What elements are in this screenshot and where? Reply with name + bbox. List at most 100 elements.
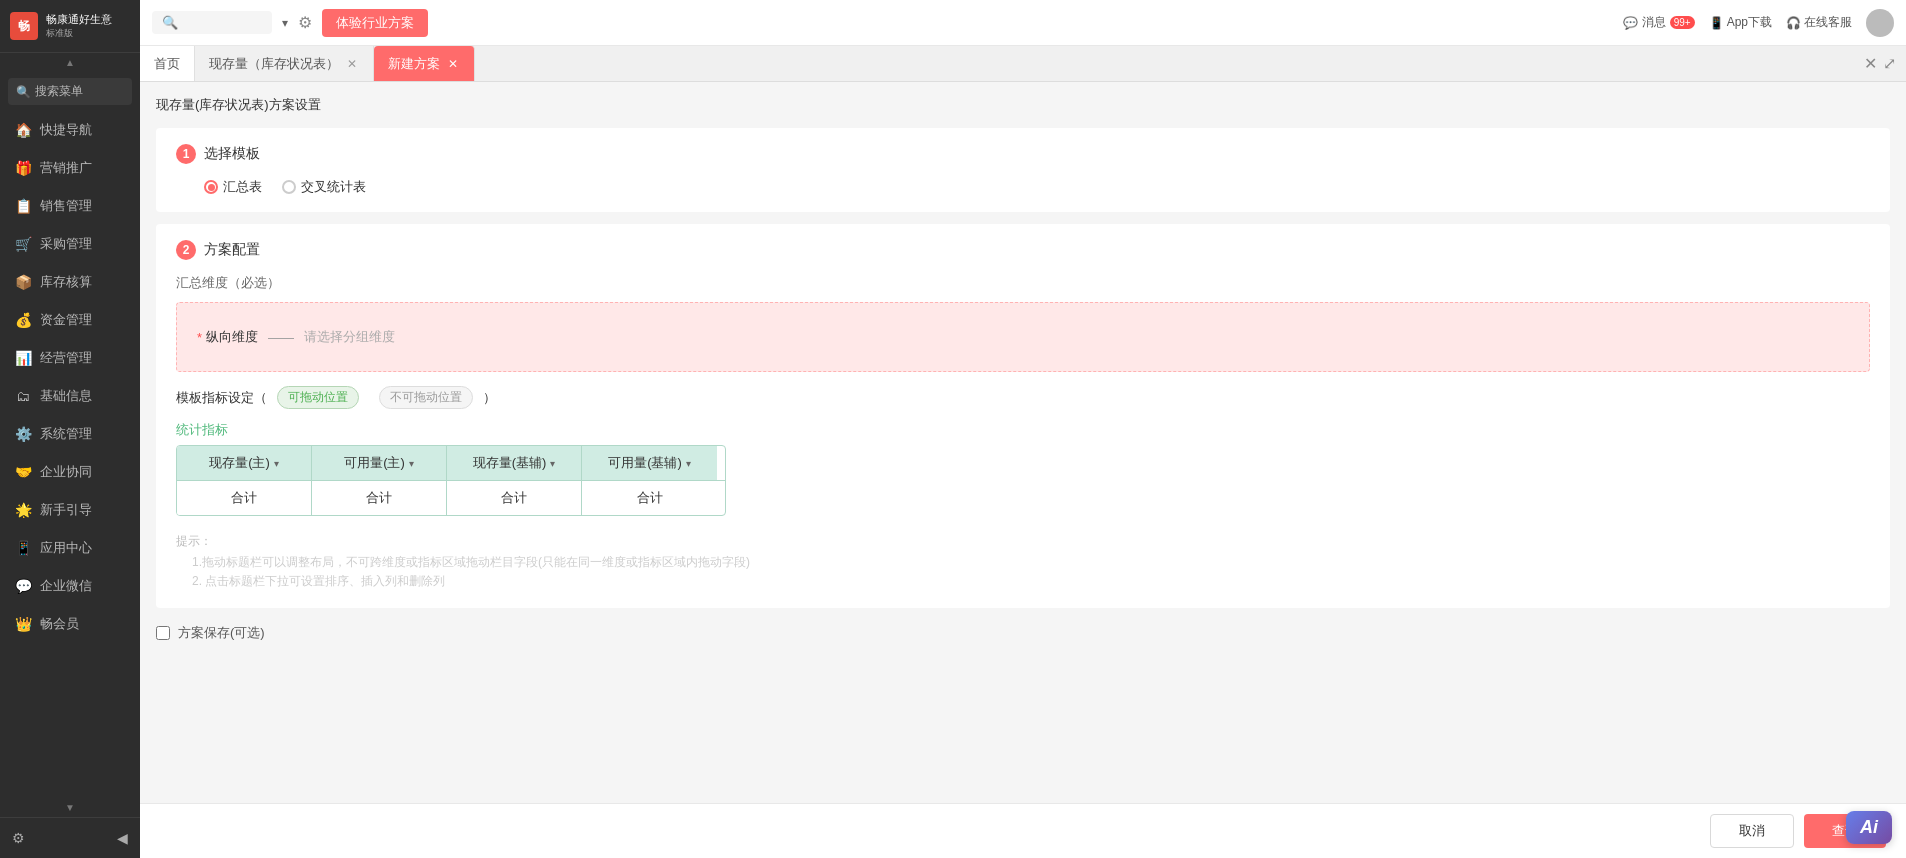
- metrics-header-row: 现存量(主) ▾ 可用量(主) ▾ 现存量(基辅) ▾ 可用量(基辅) ▾: [177, 446, 725, 480]
- metrics-col-available-main[interactable]: 可用量(主) ▾: [312, 446, 447, 480]
- inventory-icon: 📦: [14, 273, 32, 291]
- section1-title: 选择模板: [204, 145, 260, 163]
- indicator-setting-prefix: 模板指标设定（: [176, 389, 267, 407]
- tab-home[interactable]: 首页: [140, 46, 195, 81]
- sidebar-item-purchase[interactable]: 🛒 采购管理: [0, 225, 140, 263]
- sidebar-item-member[interactable]: 👑 畅会员: [0, 605, 140, 643]
- save-checkbox[interactable]: [156, 626, 170, 640]
- chip-not-draggable: 不可拖动位置: [379, 386, 473, 409]
- metrics-cell-0-2: 合计: [447, 481, 582, 515]
- metrics-col-current-aux[interactable]: 现存量(基辅) ▾: [447, 446, 582, 480]
- section-template: 1 选择模板 汇总表 交叉统计表: [156, 128, 1890, 212]
- radio-summary-circle[interactable]: [204, 180, 218, 194]
- template-options: 汇总表 交叉统计表: [204, 178, 1870, 196]
- topbar-dropdown[interactable]: ▾: [282, 16, 288, 30]
- sidebar-item-label: 采购管理: [40, 235, 92, 253]
- online-service-label: 在线客服: [1804, 14, 1852, 31]
- summary-dimension-label: 汇总维度（必选）: [176, 274, 1870, 292]
- user-avatar[interactable]: [1866, 9, 1894, 37]
- sidebar-item-operations[interactable]: 📊 经营管理: [0, 339, 140, 377]
- window-close-button[interactable]: ✕: [1864, 54, 1877, 73]
- chevron-down-icon-4[interactable]: ▾: [686, 458, 691, 469]
- sidebar-scroll-up[interactable]: ▲: [0, 53, 140, 72]
- tab-new-scheme[interactable]: 新建方案 ✕: [374, 46, 475, 81]
- collapse-icon[interactable]: ◀: [113, 826, 132, 850]
- logo-badge: 标准版: [46, 27, 112, 40]
- sidebar-item-label: 应用中心: [40, 539, 92, 557]
- sidebar-item-label: 新手引导: [40, 501, 92, 519]
- messages-badge: 99+: [1670, 16, 1695, 29]
- tab-spacer: [475, 46, 1854, 81]
- section2-num: 2: [176, 240, 196, 260]
- window-controls: ✕ ⤢: [1854, 46, 1906, 81]
- sidebar-item-label: 经营管理: [40, 349, 92, 367]
- tabbar: 首页 现存量（库存状况表） ✕ 新建方案 ✕ ✕ ⤢: [140, 46, 1906, 82]
- messages-label: 消息: [1642, 14, 1666, 31]
- sidebar-item-new-guide[interactable]: 🌟 新手引导: [0, 491, 140, 529]
- tab-inventory-close-icon[interactable]: ✕: [345, 57, 359, 71]
- radio-cross-table[interactable]: 交叉统计表: [282, 178, 366, 196]
- sidebar-item-wechat[interactable]: 💬 企业微信: [0, 567, 140, 605]
- action-bar: 取消 查询: [140, 803, 1906, 858]
- sidebar-item-app-center[interactable]: 📱 应用中心: [0, 529, 140, 567]
- trial-industry-button[interactable]: 体验行业方案: [322, 9, 428, 37]
- app-download-button[interactable]: 📱 App下载: [1709, 14, 1772, 31]
- chip-draggable: 可拖动位置: [277, 386, 359, 409]
- tab-new-scheme-close-icon[interactable]: ✕: [446, 57, 460, 71]
- sidebar: 畅 畅康通好生意 标准版 ▲ 🔍 搜索菜单 🏠 快捷导航 🎁 营销推广 📋 销售…: [0, 0, 140, 858]
- sidebar-item-quick-nav[interactable]: 🏠 快捷导航: [0, 111, 140, 149]
- sidebar-search-label: 搜索菜单: [35, 83, 83, 100]
- messages-button[interactable]: 💬 消息 99+: [1623, 14, 1695, 31]
- topbar-search[interactable]: 🔍: [152, 11, 272, 34]
- sidebar-item-basic-info[interactable]: 🗂 基础信息: [0, 377, 140, 415]
- metrics-col-available-aux[interactable]: 可用量(基辅) ▾: [582, 446, 717, 480]
- chevron-down-icon-2[interactable]: ▾: [409, 458, 414, 469]
- sidebar-item-label: 资金管理: [40, 311, 92, 329]
- settings-icon[interactable]: ⚙: [8, 826, 29, 850]
- sidebar-item-sales[interactable]: 📋 销售管理: [0, 187, 140, 225]
- chevron-down-icon-1[interactable]: ▾: [274, 458, 279, 469]
- radio-cross-circle[interactable]: [282, 180, 296, 194]
- cooperation-icon: 🤝: [14, 463, 32, 481]
- finance-icon: 💰: [14, 311, 32, 329]
- phone-icon: 📱: [1709, 16, 1724, 30]
- topbar-search-input[interactable]: [182, 16, 252, 30]
- app-download-label: App下载: [1727, 14, 1772, 31]
- dimension-placeholder: 请选择分组维度: [304, 328, 395, 346]
- dimension-dash: ——: [268, 330, 294, 345]
- cancel-button[interactable]: 取消: [1710, 814, 1794, 848]
- save-label: 方案保存(可选): [178, 624, 265, 642]
- tips-item-2: 2. 点击标题栏下拉可设置排序、插入列和删除列: [176, 573, 1870, 590]
- app-center-icon: 📱: [14, 539, 32, 557]
- logo-text-block: 畅康通好生意 标准版: [46, 12, 112, 39]
- sidebar-bottom: ⚙ ◀: [0, 817, 140, 858]
- window-expand-button[interactable]: ⤢: [1883, 54, 1896, 73]
- dimension-required-mark: *: [197, 330, 202, 345]
- metrics-group-label: 统计指标: [176, 421, 1870, 439]
- topbar-right: 💬 消息 99+ 📱 App下载 🎧 在线客服: [1623, 9, 1894, 37]
- operations-icon: 📊: [14, 349, 32, 367]
- radio-summary-label: 汇总表: [223, 178, 262, 196]
- ai-badge[interactable]: Ai: [1846, 811, 1892, 844]
- logo-icon: 畅: [10, 12, 38, 40]
- sidebar-item-cooperation[interactable]: 🤝 企业协同: [0, 453, 140, 491]
- sidebar-item-finance[interactable]: 💰 资金管理: [0, 301, 140, 339]
- online-service-button[interactable]: 🎧 在线客服: [1786, 14, 1852, 31]
- radio-summary-table[interactable]: 汇总表: [204, 178, 262, 196]
- topbar-gear-icon[interactable]: ⚙: [298, 13, 312, 32]
- sidebar-scroll-down[interactable]: ▼: [0, 798, 140, 817]
- topbar-search-icon: 🔍: [162, 15, 178, 30]
- tab-inventory-status[interactable]: 现存量（库存状况表） ✕: [195, 46, 374, 81]
- metrics-col-current-main[interactable]: 现存量(主) ▾: [177, 446, 312, 480]
- section1-header: 1 选择模板: [176, 144, 1870, 164]
- chevron-down-icon-3[interactable]: ▾: [550, 458, 555, 469]
- sidebar-item-label: 快捷导航: [40, 121, 92, 139]
- sidebar-item-label: 畅会员: [40, 615, 79, 633]
- sidebar-item-system[interactable]: ⚙️ 系统管理: [0, 415, 140, 453]
- tab-new-scheme-label: 新建方案: [388, 55, 440, 73]
- section2-title: 方案配置: [204, 241, 260, 259]
- logo-title: 畅康通好生意: [46, 12, 112, 26]
- sidebar-item-inventory[interactable]: 📦 库存核算: [0, 263, 140, 301]
- sidebar-search-bar[interactable]: 🔍 搜索菜单: [8, 78, 132, 105]
- sidebar-item-marketing[interactable]: 🎁 营销推广: [0, 149, 140, 187]
